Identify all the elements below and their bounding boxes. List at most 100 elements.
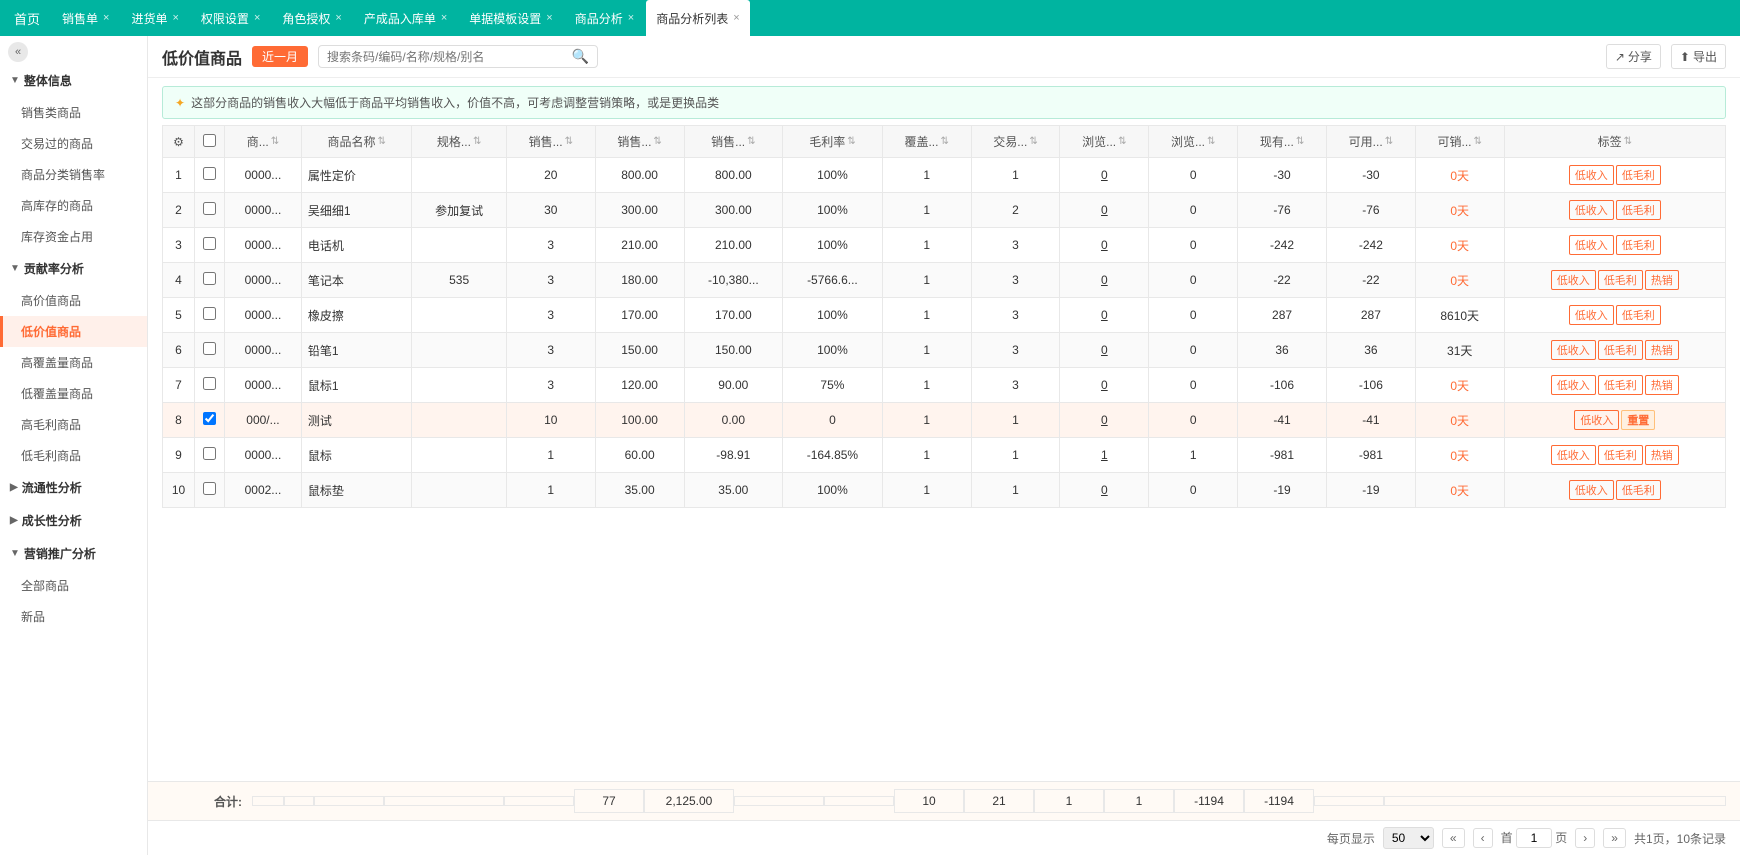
nav-tab-product-inbound[interactable]: 产成品入库单 × bbox=[354, 0, 457, 36]
settings-icon[interactable]: ⚙ bbox=[173, 135, 184, 149]
sidebar-item-low-margin[interactable]: 低毛利商品 bbox=[0, 440, 147, 471]
row-browse1[interactable]: 0 bbox=[1060, 333, 1149, 368]
sidebar-item-high-coverage[interactable]: 高覆盖量商品 bbox=[0, 347, 147, 378]
search-input[interactable] bbox=[327, 50, 568, 64]
row-select-checkbox[interactable] bbox=[203, 377, 216, 390]
row-browse1[interactable]: 0 bbox=[1060, 263, 1149, 298]
close-sales-tab[interactable]: × bbox=[103, 12, 109, 24]
row-browse1[interactable]: 0 bbox=[1060, 298, 1149, 333]
close-permissions-tab[interactable]: × bbox=[254, 12, 260, 24]
sidebar-section-contribution[interactable]: ▼ 贡献率分析 bbox=[0, 252, 147, 285]
page-size-select[interactable]: 50 100 200 bbox=[1383, 827, 1434, 849]
sidebar-item-high-stock[interactable]: 高库存的商品 bbox=[0, 190, 147, 221]
next-page-btn[interactable]: › bbox=[1575, 828, 1595, 848]
first-page-btn[interactable]: « bbox=[1442, 828, 1465, 848]
close-analysis-list-tab[interactable]: × bbox=[733, 12, 739, 24]
close-purchase-tab[interactable]: × bbox=[172, 12, 178, 24]
nav-tab-roles[interactable]: 角色授权 × bbox=[272, 0, 351, 36]
row-browse1[interactable]: 0 bbox=[1060, 368, 1149, 403]
sidebar-item-stock-capital[interactable]: 库存资金占用 bbox=[0, 221, 147, 252]
close-product-analysis-tab[interactable]: × bbox=[628, 12, 634, 24]
row-checkbox[interactable] bbox=[195, 228, 225, 263]
row-checkbox[interactable] bbox=[195, 298, 225, 333]
share-button[interactable]: ↗ 分享 bbox=[1606, 44, 1661, 69]
browse-link[interactable]: 0 bbox=[1101, 483, 1108, 497]
row-select-checkbox[interactable] bbox=[203, 447, 216, 460]
tag-low-margin: 低毛利 bbox=[1616, 305, 1661, 325]
row-checkbox[interactable] bbox=[195, 333, 225, 368]
row-browse1[interactable]: 0 bbox=[1060, 193, 1149, 228]
row-browse1[interactable]: 0 bbox=[1060, 403, 1149, 438]
period-button[interactable]: 近一月 bbox=[252, 46, 308, 67]
row-checkbox[interactable] bbox=[195, 438, 225, 473]
search-icon[interactable]: 🔍 bbox=[572, 48, 589, 65]
sidebar-item-all-products[interactable]: 全部商品 bbox=[0, 570, 147, 601]
sidebar-item-category-sales-rate[interactable]: 商品分类销售率 bbox=[0, 159, 147, 190]
browse-link[interactable]: 0 bbox=[1101, 273, 1108, 287]
row-browse1[interactable]: 1 bbox=[1060, 438, 1149, 473]
sidebar-item-low-coverage[interactable]: 低覆盖量商品 bbox=[0, 378, 147, 409]
collapse-sidebar-btn[interactable]: « bbox=[8, 42, 28, 62]
browse-link[interactable]: 0 bbox=[1101, 308, 1108, 322]
nav-tab-sales[interactable]: 销售单 × bbox=[52, 0, 119, 36]
sidebar-item-sales-products[interactable]: 销售类商品 bbox=[0, 97, 147, 128]
browse-link[interactable]: 0 bbox=[1101, 378, 1108, 392]
select-all-checkbox[interactable] bbox=[203, 134, 216, 147]
page-number-input[interactable] bbox=[1516, 828, 1552, 848]
last-page-btn[interactable]: » bbox=[1603, 828, 1626, 848]
row-select-checkbox[interactable] bbox=[203, 412, 216, 425]
sidebar-section-marketing[interactable]: ▼ 营销推广分析 bbox=[0, 537, 147, 570]
sidebar-item-low-value[interactable]: 低价值商品 bbox=[0, 316, 147, 347]
close-product-inbound-tab[interactable]: × bbox=[441, 12, 447, 24]
browse-link[interactable]: 0 bbox=[1101, 413, 1108, 427]
nav-tab-template-settings[interactable]: 单据模板设置 × bbox=[459, 0, 562, 36]
browse-link[interactable]: 0 bbox=[1101, 203, 1108, 217]
row-saleable: 0天 bbox=[1415, 368, 1504, 403]
row-select-checkbox[interactable] bbox=[203, 272, 216, 285]
row-select-checkbox[interactable] bbox=[203, 307, 216, 320]
table-container[interactable]: ⚙ 商...⇅ 商品名称⇅ 规格...⇅ bbox=[148, 125, 1740, 781]
sidebar-item-high-margin[interactable]: 高毛利商品 bbox=[0, 409, 147, 440]
row-select-checkbox[interactable] bbox=[203, 342, 216, 355]
close-template-settings-tab[interactable]: × bbox=[546, 12, 552, 24]
nav-tab-purchase[interactable]: 进货单 × bbox=[121, 0, 188, 36]
row-browse1[interactable]: 0 bbox=[1060, 158, 1149, 193]
nav-tab-analysis-list[interactable]: 商品分析列表 × bbox=[646, 0, 749, 36]
row-checkbox[interactable] bbox=[195, 158, 225, 193]
sidebar-section-growth[interactable]: ▶ 成长性分析 bbox=[0, 504, 147, 537]
row-browse2: 0 bbox=[1149, 228, 1238, 263]
row-checkbox[interactable] bbox=[195, 473, 225, 508]
sidebar-item-new-products[interactable]: 新品 bbox=[0, 601, 147, 632]
home-nav[interactable]: 首页 bbox=[4, 0, 50, 36]
close-roles-tab[interactable]: × bbox=[335, 12, 341, 24]
row-select-checkbox[interactable] bbox=[203, 482, 216, 495]
row-select-checkbox[interactable] bbox=[203, 167, 216, 180]
browse-link[interactable]: 0 bbox=[1101, 238, 1108, 252]
row-checkbox[interactable] bbox=[195, 193, 225, 228]
sidebar-item-traded-products[interactable]: 交易过的商品 bbox=[0, 128, 147, 159]
browse-link[interactable]: 1 bbox=[1101, 448, 1108, 462]
nav-tab-permissions[interactable]: 权限设置 × bbox=[191, 0, 270, 36]
browse-link[interactable]: 0 bbox=[1101, 343, 1108, 357]
row-browse1[interactable]: 0 bbox=[1060, 473, 1149, 508]
row-browse1[interactable]: 0 bbox=[1060, 228, 1149, 263]
nav-tab-product-analysis[interactable]: 商品分析 × bbox=[565, 0, 644, 36]
browse-link[interactable]: 0 bbox=[1101, 168, 1108, 182]
row-select-checkbox[interactable] bbox=[203, 237, 216, 250]
row-checkbox[interactable] bbox=[195, 368, 225, 403]
sidebar-section-overview[interactable]: ▼ 整体信息 bbox=[0, 64, 147, 97]
row-checkbox[interactable] bbox=[195, 403, 225, 438]
row-checkbox[interactable] bbox=[195, 263, 225, 298]
export-button[interactable]: ⬆ 导出 bbox=[1671, 44, 1726, 69]
row-s3: -98.91 bbox=[684, 438, 783, 473]
table-row: 10 0002... 鼠标垫 1 35.00 35.00 100% 1 1 0 … bbox=[163, 473, 1726, 508]
prev-page-btn[interactable]: ‹ bbox=[1473, 828, 1493, 848]
sidebar-section-flow[interactable]: ▶ 流通性分析 bbox=[0, 471, 147, 504]
row-select-checkbox[interactable] bbox=[203, 202, 216, 215]
row-num: 4 bbox=[163, 263, 195, 298]
row-trade: 2 bbox=[971, 193, 1060, 228]
sidebar-item-high-value[interactable]: 高价值商品 bbox=[0, 285, 147, 316]
row-name: 测试 bbox=[301, 403, 412, 438]
row-s1: 30 bbox=[506, 193, 595, 228]
row-stock: -19 bbox=[1238, 473, 1327, 508]
